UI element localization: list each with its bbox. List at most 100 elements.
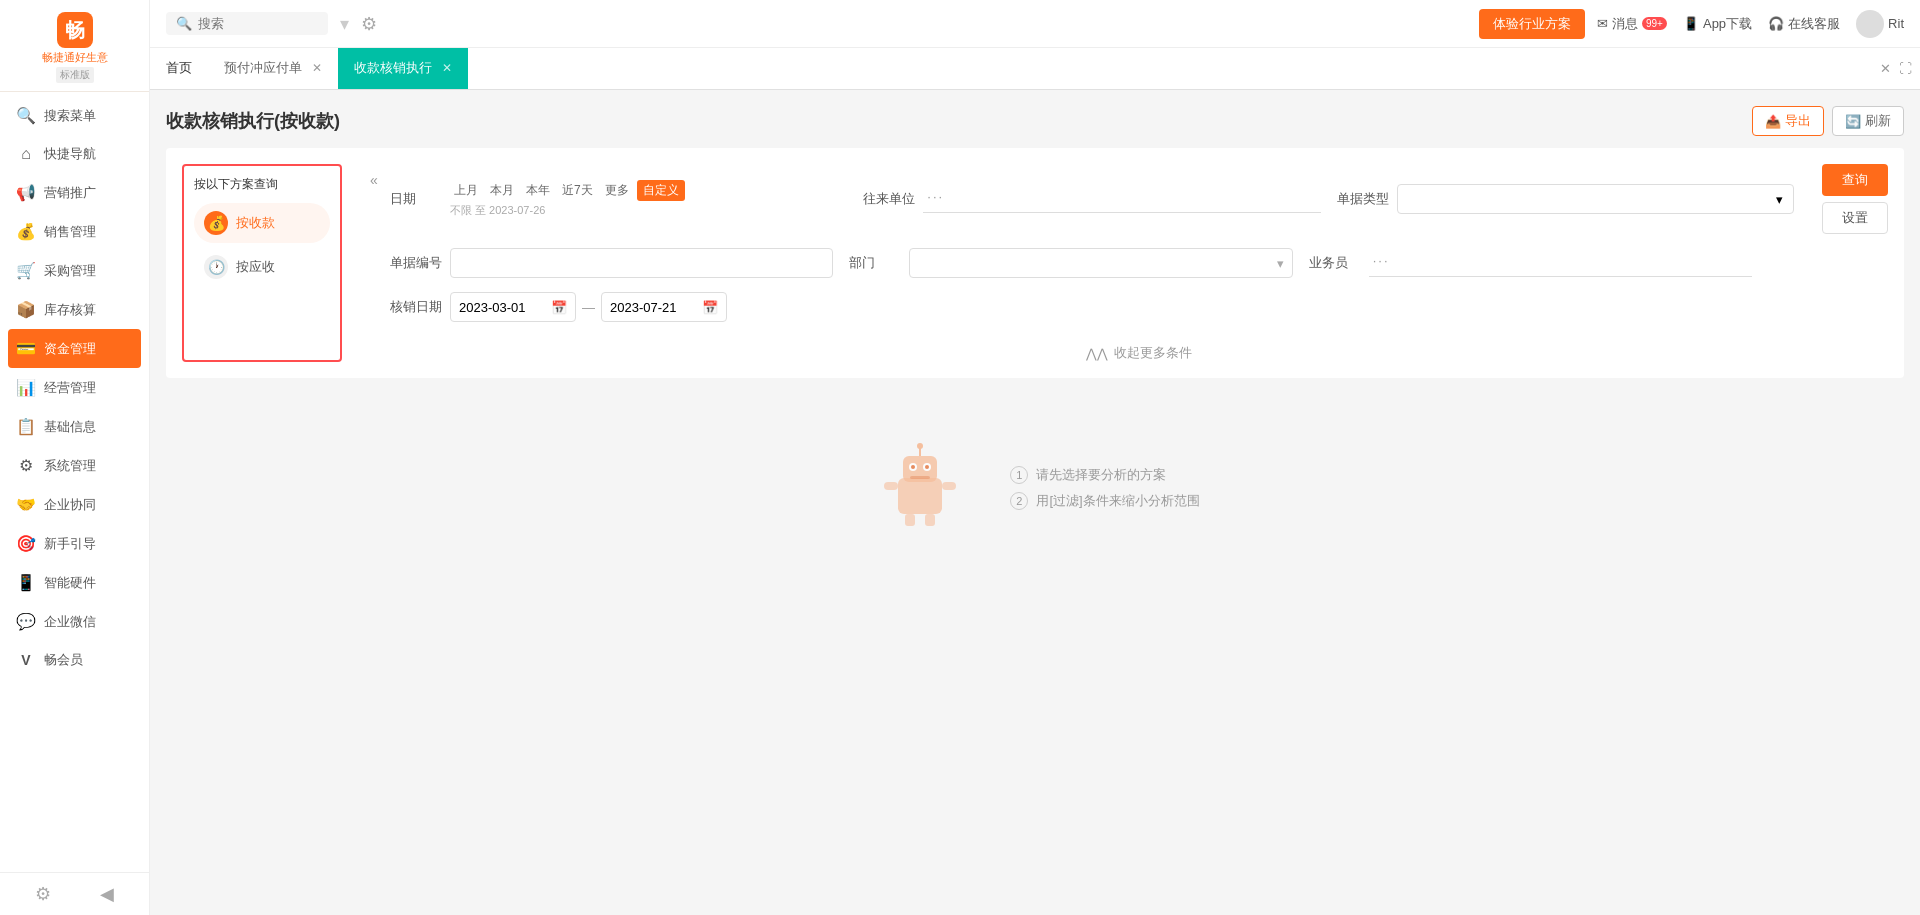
search-input[interactable] bbox=[198, 16, 318, 31]
filter-action-buttons: 查询 设置 bbox=[1822, 164, 1888, 234]
doc-number-label: 单据编号 bbox=[390, 254, 442, 272]
counterparty-input[interactable]: ··· bbox=[923, 185, 1320, 213]
collapse-more-button[interactable]: ⋀⋀ 收起更多条件 bbox=[390, 336, 1888, 362]
sidebar-item-purchase[interactable]: 🛒 采购管理 bbox=[0, 251, 149, 290]
settings-icon[interactable]: ⚙ bbox=[35, 883, 51, 905]
settings-button[interactable]: 设置 bbox=[1822, 202, 1888, 234]
verify-date-start-wrap[interactable]: 📅 bbox=[450, 292, 576, 322]
sidebar: 畅 畅捷通好生意 标准版 🔍 搜索菜单 ⌂ 快捷导航 📢 营销推广 💰 销售管理… bbox=[0, 0, 150, 915]
export-icon: 📤 bbox=[1765, 114, 1781, 129]
tab-prepay-close-icon[interactable]: ✕ bbox=[312, 61, 322, 75]
sidebar-item-label: 企业微信 bbox=[44, 613, 96, 631]
tab-prepay[interactable]: 预付冲应付单 ✕ bbox=[208, 48, 338, 89]
hardware-icon: 📱 bbox=[16, 573, 36, 592]
sidebar-item-quick-nav[interactable]: ⌂ 快捷导航 bbox=[0, 135, 149, 173]
sidebar-item-label: 新手引导 bbox=[44, 535, 96, 553]
filter-option-by-receivable[interactable]: 🕐 按应收 bbox=[194, 247, 330, 287]
sidebar-item-member[interactable]: V 畅会员 bbox=[0, 641, 149, 679]
sidebar-item-wechat[interactable]: 💬 企业微信 bbox=[0, 602, 149, 641]
sidebar-item-operations[interactable]: 📊 经营管理 bbox=[0, 368, 149, 407]
svg-rect-9 bbox=[905, 514, 915, 526]
collapse-sidebar-icon[interactable]: ◀ bbox=[100, 883, 114, 905]
date-last-7days[interactable]: 近7天 bbox=[558, 181, 597, 200]
svg-rect-11 bbox=[884, 482, 898, 490]
purchase-icon: 🛒 bbox=[16, 261, 36, 280]
verify-date-start-input[interactable] bbox=[459, 300, 547, 315]
sidebar-item-search-menu[interactable]: 🔍 搜索菜单 bbox=[0, 96, 149, 135]
sidebar-item-hardware[interactable]: 📱 智能硬件 bbox=[0, 563, 149, 602]
query-button[interactable]: 查询 bbox=[1822, 164, 1888, 196]
quick-nav-icon: ⌂ bbox=[16, 145, 36, 163]
sidebar-bottom: ⚙ ◀ bbox=[0, 872, 149, 915]
filter-option-by-collection[interactable]: 💰 按收款 bbox=[194, 203, 330, 243]
doc-number-input[interactable] bbox=[450, 248, 833, 278]
sidebar-item-label: 资金管理 bbox=[44, 340, 96, 358]
avatar bbox=[1856, 10, 1884, 38]
service-icon: 🎧 bbox=[1768, 16, 1784, 31]
app-download-button[interactable]: 📱 App下载 bbox=[1683, 15, 1752, 33]
refresh-button[interactable]: 🔄 刷新 bbox=[1832, 106, 1904, 136]
sidebar-item-sales[interactable]: 💰 销售管理 bbox=[0, 212, 149, 251]
by-collection-icon: 💰 bbox=[204, 211, 228, 235]
date-quick-buttons: 上月 本月 本年 近7天 更多 自定义 bbox=[450, 180, 685, 201]
sidebar-item-label: 智能硬件 bbox=[44, 574, 96, 592]
tab-bar: 首页 预付冲应付单 ✕ 收款核销执行 ✕ ✕ ⛶ bbox=[150, 48, 1920, 90]
sidebar-item-inventory[interactable]: 📦 库存核算 bbox=[0, 290, 149, 329]
date-more[interactable]: 更多 bbox=[601, 181, 633, 200]
date-field: 日期 上月 本月 本年 近7天 更多 自定义 不限 至 2023-07-26 bbox=[390, 180, 847, 218]
sidebar-logo: 畅 畅捷通好生意 标准版 bbox=[0, 0, 149, 92]
member-icon: V bbox=[16, 652, 36, 668]
tab-collection-close-icon[interactable]: ✕ bbox=[442, 61, 452, 75]
online-service-button[interactable]: 🎧 在线客服 bbox=[1768, 15, 1840, 33]
by-receivable-label: 按应收 bbox=[236, 258, 275, 276]
verify-date-end-wrap[interactable]: 📅 bbox=[601, 292, 727, 322]
message-label: 消息 bbox=[1612, 15, 1638, 33]
calendar-start-icon[interactable]: 📅 bbox=[551, 300, 567, 315]
page-title-bar: 收款核销执行(按收款) 📤 导出 🔄 刷新 bbox=[166, 106, 1904, 136]
sidebar-item-enterprise[interactable]: 🤝 企业协同 bbox=[0, 485, 149, 524]
tab-expand-icon[interactable]: ⛶ bbox=[1899, 61, 1912, 76]
industry-solution-button[interactable]: 体验行业方案 bbox=[1479, 9, 1585, 39]
user-name: Rit bbox=[1888, 16, 1904, 31]
sidebar-item-base-info[interactable]: 📋 基础信息 bbox=[0, 407, 149, 446]
svg-rect-6 bbox=[910, 476, 930, 479]
dropdown-icon[interactable]: ▾ bbox=[340, 13, 349, 35]
staff-field: 业务员 ··· bbox=[1309, 249, 1752, 277]
calendar-end-icon[interactable]: 📅 bbox=[702, 300, 718, 315]
app-logo-icon: 畅 bbox=[57, 12, 93, 48]
department-select[interactable]: ▾ bbox=[909, 248, 1292, 278]
date-custom[interactable]: 自定义 bbox=[637, 180, 685, 201]
header-search-area[interactable]: 🔍 bbox=[166, 12, 328, 35]
doc-type-select[interactable]: ▾ bbox=[1397, 184, 1794, 214]
staff-input[interactable]: ··· bbox=[1369, 249, 1752, 277]
finance-icon: 💳 bbox=[16, 339, 36, 358]
app-icon: 📱 bbox=[1683, 16, 1699, 31]
sidebar-item-marketing[interactable]: 📢 营销推广 bbox=[0, 173, 149, 212]
sidebar-item-guide[interactable]: 🎯 新手引导 bbox=[0, 524, 149, 563]
hint-text-1: 请先选择要分析的方案 bbox=[1036, 466, 1166, 484]
tab-home[interactable]: 首页 bbox=[150, 48, 208, 89]
date-this-year[interactable]: 本年 bbox=[522, 181, 554, 200]
tab-collection[interactable]: 收款核销执行 ✕ bbox=[338, 48, 468, 89]
message-icon: ✉ bbox=[1597, 16, 1608, 31]
export-button[interactable]: 📤 导出 bbox=[1752, 106, 1824, 136]
filter-row-3: 核销日期 📅 — 📅 bbox=[390, 292, 1888, 322]
svg-rect-12 bbox=[942, 482, 956, 490]
tab-collection-label: 收款核销执行 bbox=[354, 59, 432, 77]
date-this-month[interactable]: 本月 bbox=[486, 181, 518, 200]
date-last-month[interactable]: 上月 bbox=[450, 181, 482, 200]
filter-row-1: 日期 上月 本月 本年 近7天 更多 自定义 不限 至 2023-07-26 bbox=[390, 164, 1888, 234]
staff-label: 业务员 bbox=[1309, 254, 1361, 272]
settings-gear-icon[interactable]: ⚙ bbox=[361, 13, 377, 35]
verify-date-end-input[interactable] bbox=[610, 300, 698, 315]
filter-collapse-button[interactable]: « bbox=[362, 164, 386, 362]
sidebar-item-finance[interactable]: 💳 资金管理 bbox=[8, 329, 141, 368]
user-profile[interactable]: Rit bbox=[1856, 10, 1904, 38]
svg-point-8 bbox=[917, 443, 923, 449]
operations-icon: 📊 bbox=[16, 378, 36, 397]
search-menu-icon: 🔍 bbox=[16, 106, 36, 125]
sidebar-item-system[interactable]: ⚙ 系统管理 bbox=[0, 446, 149, 485]
tab-close-all-icon[interactable]: ✕ bbox=[1880, 61, 1891, 76]
doc-type-label: 单据类型 bbox=[1337, 190, 1389, 208]
message-button[interactable]: ✉ 消息 99+ bbox=[1597, 15, 1667, 33]
